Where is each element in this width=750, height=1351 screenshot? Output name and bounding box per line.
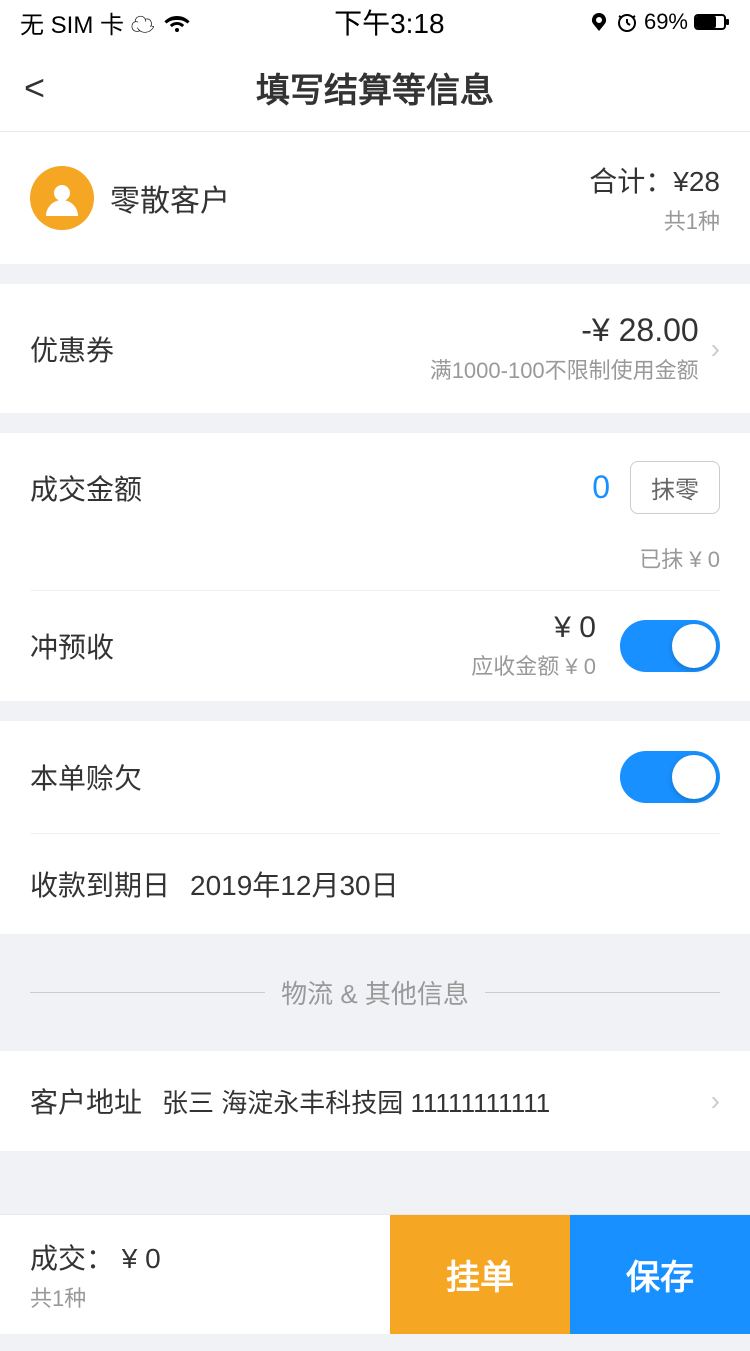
transaction-section: 成交金额 0 抹零 已抹 ¥ 0 冲预收 ¥ 0 应收金额 ¥ 0 — [0, 433, 750, 701]
chevron-right-icon: › — [711, 333, 720, 365]
due-label: 收款到期日 — [30, 864, 170, 904]
address-chevron-icon: › — [711, 1085, 720, 1117]
customer-total-wrap: 合计：¥28 共1种 — [589, 160, 720, 236]
logistics-divider: 物流 & 其他信息 — [30, 974, 720, 1011]
save-button[interactable]: 保存 — [570, 1215, 750, 1334]
bottom-deal-row: 成交： ¥ 0 — [30, 1237, 360, 1277]
transaction-value[interactable]: 0 — [550, 469, 610, 506]
bottom-deal-label: 成交： — [30, 1243, 114, 1274]
round-button[interactable]: 抹零 — [630, 461, 720, 514]
bottom-count: 共1种 — [30, 1281, 360, 1313]
debt-toggle-knob — [672, 755, 716, 799]
status-bar: 无 SIM 卡 ☁ 下午3:18 69% — [0, 0, 750, 44]
battery-icon — [694, 12, 730, 32]
gap-1 — [0, 264, 750, 284]
coupon-row[interactable]: 优惠券 -¥ 28.00 满1000-100不限制使用金额 › — [30, 284, 720, 413]
debt-label: 本单赊欠 — [30, 757, 142, 797]
transaction-sub: 已抹 ¥ 0 — [30, 542, 720, 590]
bottom-bar: 成交： ¥ 0 共1种 挂单 保存 — [0, 1214, 750, 1334]
logistics-section: 物流 & 其他信息 — [0, 954, 750, 1031]
address-row[interactable]: 客户地址 张三 海淀永丰科技园 11111111111 › — [30, 1051, 720, 1151]
prepay-toggle[interactable] — [620, 620, 720, 672]
coupon-desc: 满1000-100不限制使用金额 — [430, 353, 699, 385]
bottom-info: 成交： ¥ 0 共1种 — [0, 1237, 390, 1313]
prepay-row: 冲预收 ¥ 0 应收金额 ¥ 0 — [30, 590, 720, 701]
prepay-amount-wrap: ¥ 0 应收金额 ¥ 0 — [471, 611, 596, 681]
address-section: 客户地址 张三 海淀永丰科技园 11111111111 › — [0, 1051, 750, 1151]
toggle-knob — [672, 624, 716, 668]
wifi-icon — [163, 12, 191, 32]
coupon-value-wrap: -¥ 28.00 满1000-100不限制使用金额 — [430, 312, 699, 385]
transaction-right: 0 抹零 — [550, 461, 720, 514]
gap-5 — [0, 1031, 750, 1051]
prepay-label: 冲预收 — [30, 626, 114, 666]
coupon-discount: -¥ 28.00 — [430, 312, 699, 349]
debt-row: 本单赊欠 — [30, 721, 720, 833]
status-time: 下午3:18 — [334, 2, 445, 42]
coupon-label: 优惠券 — [30, 329, 114, 369]
customer-left: 零散客户 — [30, 166, 230, 230]
customer-total: 合计：¥28 — [589, 160, 720, 200]
page-title: 填写结算等信息 — [256, 63, 494, 112]
divider-line-right — [485, 992, 720, 993]
gap-2 — [0, 413, 750, 433]
hold-button[interactable]: 挂单 — [390, 1215, 570, 1334]
alarm-icon — [616, 11, 638, 33]
prepay-main-amount: ¥ 0 — [471, 611, 596, 645]
due-value: 2019年12月30日 — [190, 864, 399, 904]
address-label: 客户地址 — [30, 1081, 142, 1121]
gap-4 — [0, 934, 750, 954]
logistics-label: 物流 & 其他信息 — [281, 974, 469, 1011]
gap-3 — [0, 701, 750, 721]
debt-section: 本单赊欠 收款到期日 2019年12月30日 — [0, 721, 750, 934]
debt-toggle[interactable] — [620, 751, 720, 803]
coupon-right: -¥ 28.00 满1000-100不限制使用金额 › — [430, 312, 720, 385]
prepay-right: ¥ 0 应收金额 ¥ 0 — [471, 611, 720, 681]
nav-bar: < 填写结算等信息 — [0, 44, 750, 132]
status-left: 无 SIM 卡 ☁ — [20, 5, 191, 40]
customer-count: 共1种 — [589, 204, 720, 236]
bottom-deal-amount: ¥ 0 — [122, 1243, 161, 1274]
location-icon — [588, 11, 610, 33]
divider-line-left — [30, 992, 265, 993]
status-right: 69% — [588, 9, 730, 35]
transaction-row: 成交金额 0 抹零 — [30, 433, 720, 542]
customer-row: 零散客户 合计：¥28 共1种 — [30, 132, 720, 264]
customer-name: 零散客户 — [110, 176, 230, 220]
back-button[interactable]: < — [24, 67, 45, 109]
avatar — [30, 166, 94, 230]
coupon-section: 优惠券 -¥ 28.00 满1000-100不限制使用金额 › — [0, 284, 750, 413]
transaction-label: 成交金额 — [30, 468, 142, 508]
address-value: 张三 海淀永丰科技园 11111111111 — [162, 1083, 691, 1120]
prepay-sub-amount: 应收金额 ¥ 0 — [471, 649, 596, 681]
customer-section: 零散客户 合计：¥28 共1种 — [0, 132, 750, 264]
sim-status: 无 SIM 卡 ☁ — [20, 5, 155, 40]
battery-level: 69% — [644, 9, 688, 35]
due-date-row: 收款到期日 2019年12月30日 — [30, 833, 720, 934]
